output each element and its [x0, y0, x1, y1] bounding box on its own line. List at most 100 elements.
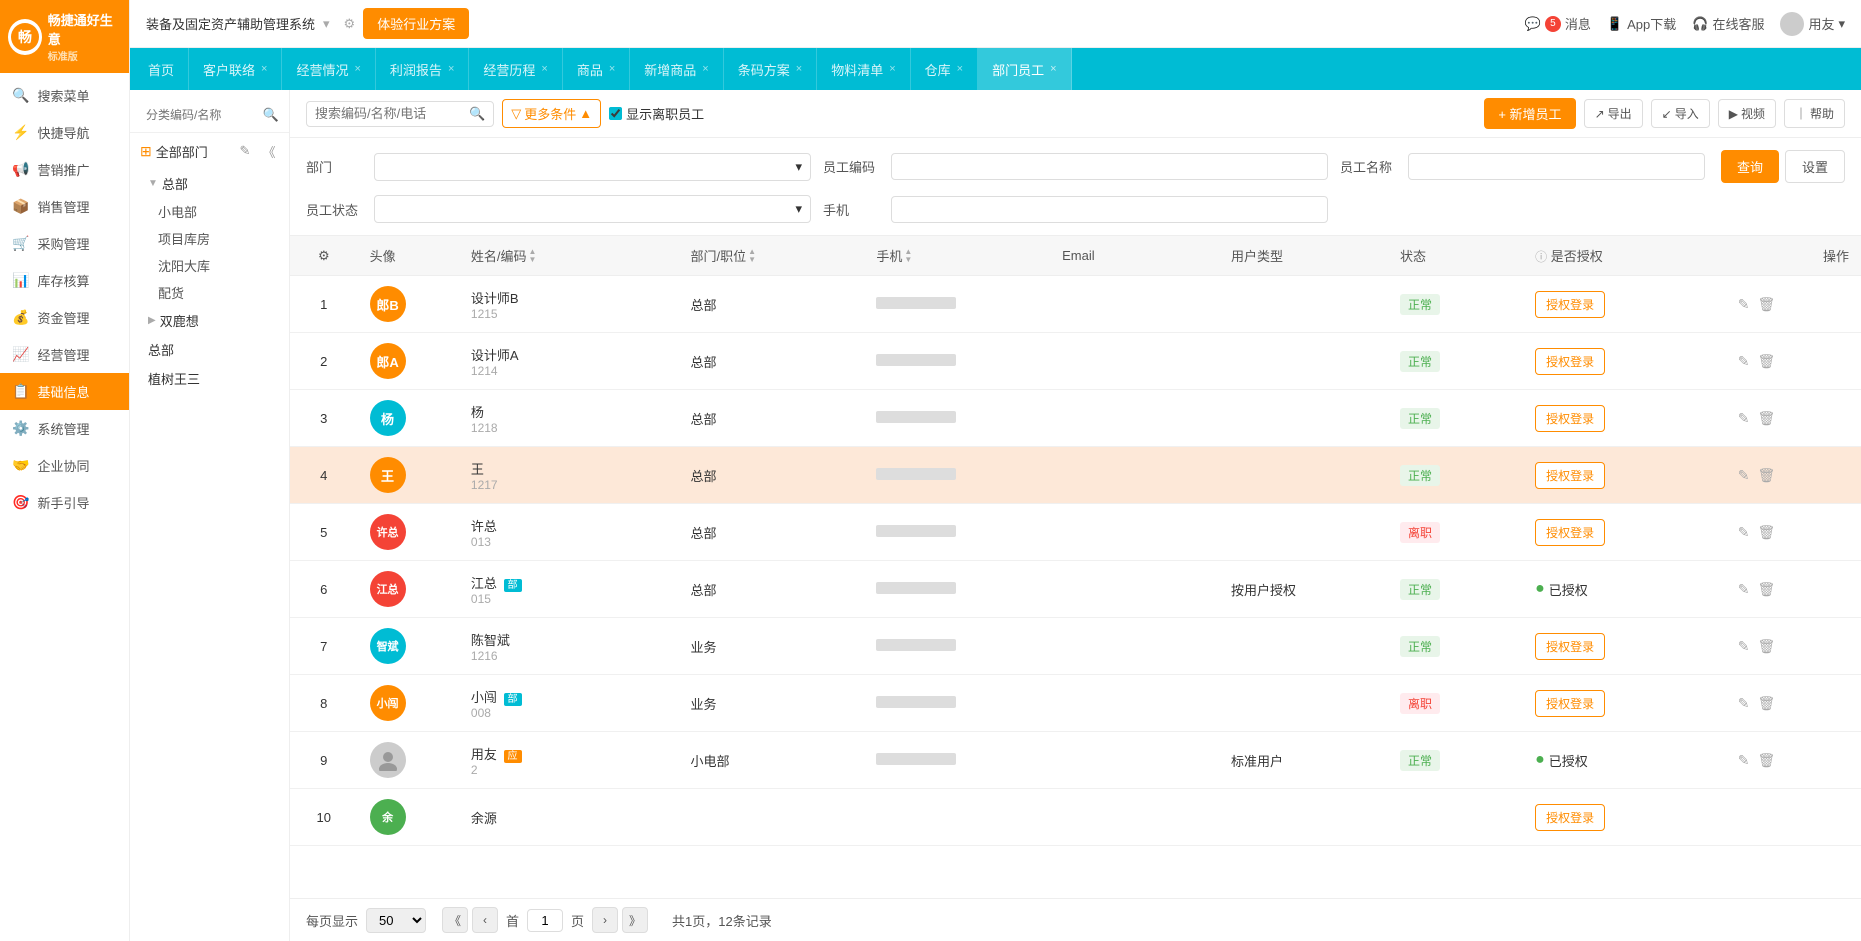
tab-dept-staff-close[interactable]: ×	[1050, 63, 1056, 75]
edit-icon-5[interactable]: ✎	[1738, 524, 1750, 541]
delete-icon-2[interactable]: 🗑	[1758, 353, 1776, 370]
import-button[interactable]: ↙ 导入	[1651, 99, 1710, 128]
tab-history[interactable]: 经营历程 ×	[469, 48, 562, 90]
edit-icon-1[interactable]: ✎	[1738, 296, 1750, 313]
dept-child-distribution[interactable]: 配货	[138, 279, 289, 306]
more-conditions-button[interactable]: ▽ 更多条件 ▲	[502, 99, 601, 128]
sidebar-item-guide[interactable]: 🎯 新手引导	[0, 484, 129, 521]
tab-warehouse[interactable]: 仓库 ×	[911, 48, 978, 90]
page-input[interactable]	[527, 909, 563, 932]
filter-search-input[interactable]	[315, 106, 465, 121]
delete-icon-3[interactable]: 🗑	[1758, 410, 1776, 427]
last-page-button[interactable]: 》	[622, 907, 648, 933]
emp-status-select[interactable]: ▾	[374, 195, 811, 223]
user-menu[interactable]: 用友 ▾	[1780, 12, 1845, 36]
tab-barcode-close[interactable]: ×	[796, 63, 802, 75]
view-button[interactable]: ▶ 视频	[1718, 99, 1776, 128]
tab-profit[interactable]: 利润报告 ×	[376, 48, 469, 90]
auth-button-3[interactable]: 授权登录	[1535, 405, 1605, 432]
sidebar-item-finance[interactable]: 💰 资金管理	[0, 299, 129, 336]
auth-button-1[interactable]: 授权登录	[1535, 291, 1605, 318]
auth-button-7[interactable]: 授权登录	[1535, 633, 1605, 660]
app-download-button[interactable]: 📱 App下载	[1607, 14, 1676, 33]
delete-icon-4[interactable]: 🗑	[1758, 467, 1776, 484]
col-phone[interactable]: 手机 ▲▼	[864, 236, 1050, 276]
show-resigned-input[interactable]	[609, 107, 622, 120]
auth-button-10[interactable]: 授权登录	[1535, 804, 1605, 831]
tab-home[interactable]: 首页	[134, 48, 189, 90]
set-button[interactable]: 设置	[1785, 150, 1845, 183]
edit-icon-4[interactable]: ✎	[1738, 467, 1750, 484]
per-page-select[interactable]: 50 100 200	[366, 908, 426, 933]
emp-name-input[interactable]	[1408, 153, 1705, 180]
auth-button-5[interactable]: 授权登录	[1535, 519, 1605, 546]
dept-child-project[interactable]: 项目库房	[138, 225, 289, 252]
col-name[interactable]: 姓名/编码 ▲▼	[459, 236, 679, 276]
tab-customer[interactable]: 客户联络 ×	[189, 48, 282, 90]
sidebar-item-marketing[interactable]: 📢 营销推广	[0, 151, 129, 188]
edit-icon-7[interactable]: ✎	[1738, 638, 1750, 655]
sidebar-item-stock[interactable]: 📊 库存核算	[0, 262, 129, 299]
dept-group-shuanglu-label[interactable]: ▶ 双鹿想	[138, 306, 289, 335]
query-button[interactable]: 查询	[1721, 150, 1779, 183]
sidebar-item-system[interactable]: ⚙️ 系统管理	[0, 410, 129, 447]
sidebar-item-search[interactable]: 🔍 搜索菜单	[0, 77, 129, 114]
dept-child-shenyang[interactable]: 沈阳大库	[138, 252, 289, 279]
tab-bom[interactable]: 物料清单 ×	[817, 48, 910, 90]
dept-collapse-icon[interactable]: 《	[259, 141, 279, 161]
tab-bom-close[interactable]: ×	[889, 63, 895, 75]
sidebar-item-operation[interactable]: 📈 经营管理	[0, 336, 129, 373]
delete-icon-1[interactable]: 🗑	[1758, 296, 1776, 313]
delete-icon-7[interactable]: 🗑	[1758, 638, 1776, 655]
tab-history-close[interactable]: ×	[541, 63, 547, 75]
phone-input[interactable]	[891, 196, 1328, 223]
dept-group-general-label[interactable]: 总部	[138, 335, 289, 364]
tab-barcode[interactable]: 条码方案 ×	[724, 48, 817, 90]
online-service-button[interactable]: 🎧 在线客服	[1692, 14, 1764, 33]
tab-operation-close[interactable]: ×	[354, 63, 360, 75]
dept-group-head-label[interactable]: ▼ 总部	[138, 169, 289, 198]
next-page-button[interactable]: ›	[592, 907, 618, 933]
dept-edit-icon[interactable]: ✎	[235, 141, 255, 161]
export-button[interactable]: ↗ 导出	[1584, 99, 1643, 128]
settings-icon[interactable]: ⚙	[344, 16, 356, 32]
edit-icon-2[interactable]: ✎	[1738, 353, 1750, 370]
tab-operation[interactable]: 经营情况 ×	[282, 48, 375, 90]
dept-child-electronics[interactable]: 小电部	[138, 198, 289, 225]
sidebar-item-purchase[interactable]: 🛒 采购管理	[0, 225, 129, 262]
tab-warehouse-close[interactable]: ×	[957, 63, 963, 75]
tab-customer-close[interactable]: ×	[261, 63, 267, 75]
tab-goods[interactable]: 商品 ×	[563, 48, 630, 90]
col-settings[interactable]: ⚙	[290, 236, 358, 276]
system-dropdown-icon[interactable]: ▾	[323, 16, 330, 32]
col-dept[interactable]: 部门/职位 ▲▼	[679, 236, 865, 276]
emp-code-input[interactable]	[891, 153, 1328, 180]
sidebar-item-enterprise[interactable]: 🤝 企业协同	[0, 447, 129, 484]
show-resigned-checkbox[interactable]: 显示离职员工	[609, 104, 704, 123]
auth-button-4[interactable]: 授权登录	[1535, 462, 1605, 489]
delete-icon-5[interactable]: 🗑	[1758, 524, 1776, 541]
dept-search-input[interactable]	[140, 104, 259, 126]
delete-icon-8[interactable]: 🗑	[1758, 695, 1776, 712]
delete-icon-6[interactable]: 🗑	[1758, 581, 1776, 598]
tab-profit-close[interactable]: ×	[448, 63, 454, 75]
settings-col-icon[interactable]: ⚙	[318, 248, 330, 263]
edit-icon-6[interactable]: ✎	[1738, 581, 1750, 598]
tab-add-goods-close[interactable]: ×	[702, 63, 708, 75]
edit-icon-8[interactable]: ✎	[1738, 695, 1750, 712]
message-button[interactable]: 💬 5 消息	[1525, 14, 1591, 33]
sidebar-item-basic[interactable]: 📋 基础信息	[0, 373, 129, 410]
auth-button-8[interactable]: 授权登录	[1535, 690, 1605, 717]
prev-page-button[interactable]: ‹	[472, 907, 498, 933]
dept-group-plant-label[interactable]: 植树王三	[138, 364, 289, 393]
dept-all-label[interactable]: ⊞ 全部部门	[140, 142, 208, 161]
tab-dept-staff[interactable]: 部门员工 ×	[978, 48, 1071, 90]
tab-goods-close[interactable]: ×	[609, 63, 615, 75]
delete-icon-9[interactable]: 🗑	[1758, 752, 1776, 769]
edit-icon-9[interactable]: ✎	[1738, 752, 1750, 769]
trial-button[interactable]: 体验行业方案	[363, 8, 469, 39]
add-employee-button[interactable]: + 新增员工	[1484, 98, 1575, 129]
first-page-button[interactable]: 《	[442, 907, 468, 933]
dept-filter-select[interactable]: ▾	[374, 153, 811, 181]
help-button[interactable]: ｜ 帮助	[1784, 99, 1845, 128]
